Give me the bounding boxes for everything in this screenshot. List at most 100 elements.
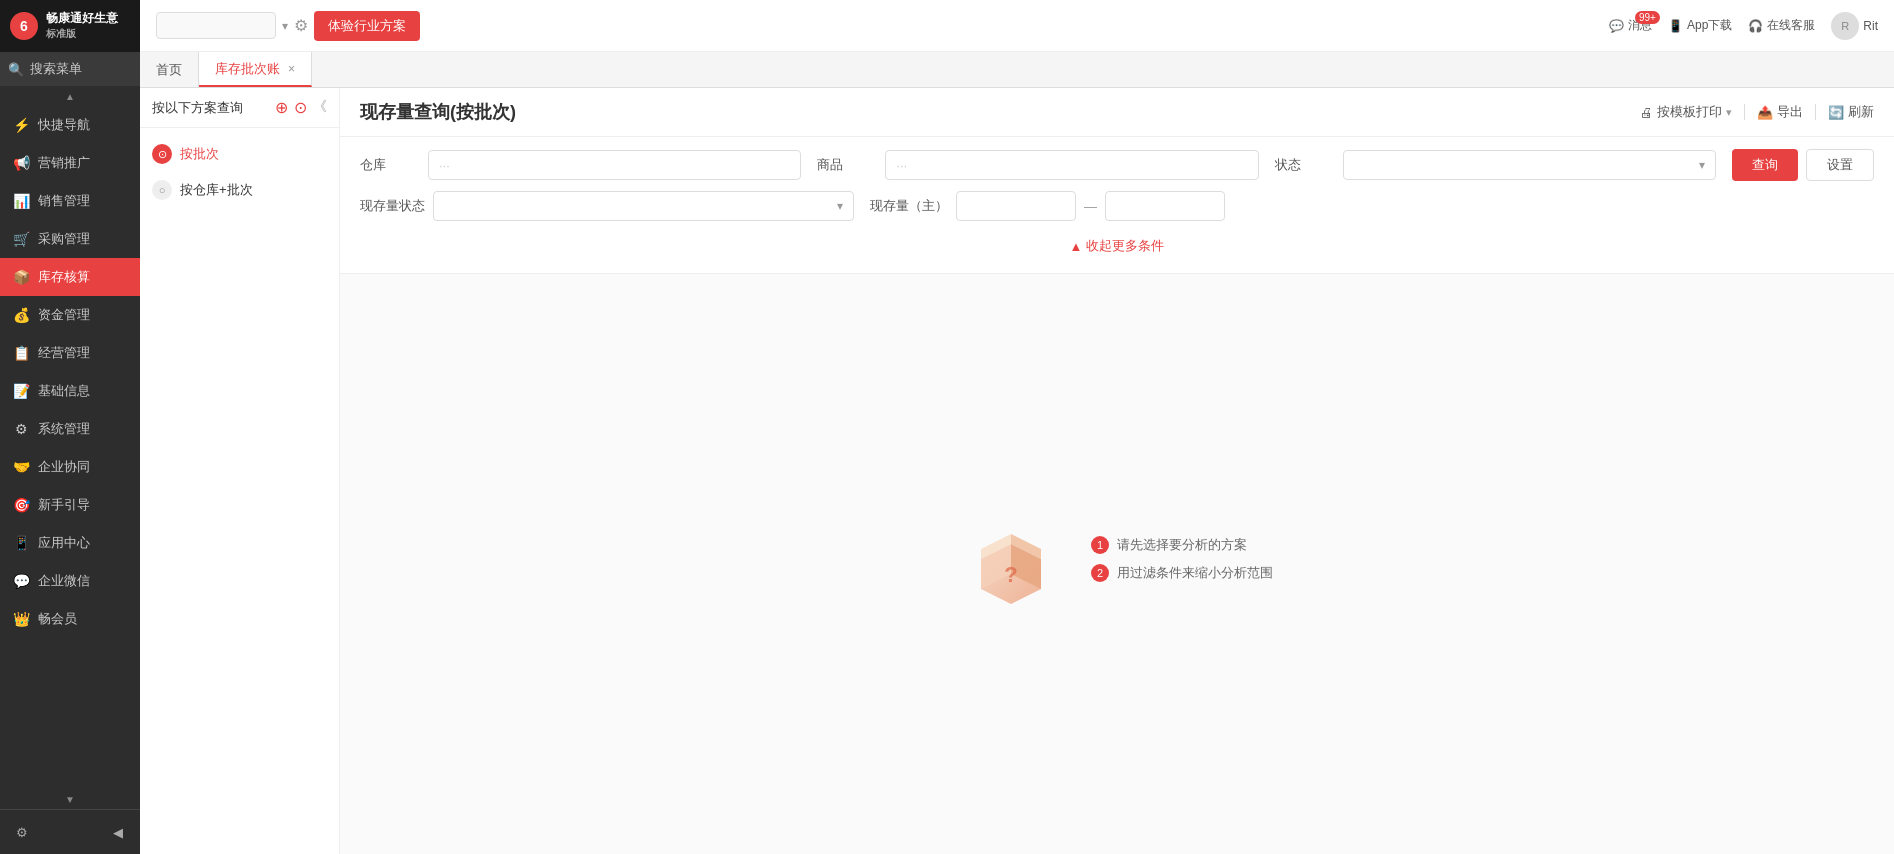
sidebar-item-system[interactable]: ⚙ 系统管理 [0,410,140,448]
sidebar-label-new-guide: 新手引导 [38,496,90,514]
message-badge: 99+ [1635,11,1660,24]
sidebar-item-inventory[interactable]: 📦 库存核算 [0,258,140,296]
trial-btn[interactable]: 体验行业方案 [314,11,420,41]
filter-stock-status: 现存量状态 ▾ [360,191,854,221]
sidebar-label-finance: 资金管理 [38,306,90,324]
print-chevron-icon[interactable]: ▾ [1726,106,1732,119]
sidebar-search-label: 搜索菜单 [30,60,82,78]
stock-main-label: 现存量（主） [870,197,948,215]
online-service-btn[interactable]: 🎧 在线客服 [1748,17,1815,34]
sidebar-item-enterprise-wechat[interactable]: 💬 企业微信 [0,562,140,600]
plan-settings-btn[interactable]: ⊙ [294,98,307,117]
settings-btn[interactable]: 设置 [1806,149,1874,181]
refresh-btn[interactable]: 🔄 刷新 [1828,103,1874,121]
collapse-up-icon: ▲ [1070,239,1083,254]
collapse-more-btn[interactable]: ▲ 收起更多条件 [360,231,1874,261]
sales-icon: 📊 [12,192,30,210]
main-area: ▾ ⚙ 体验行业方案 💬 消息 99+ 📱 App下载 🎧 在线客服 R [140,0,1894,854]
search-placeholder [165,17,213,34]
sidebar-item-app-center[interactable]: 📱 应用中心 [0,524,140,562]
marketing-icon: 📢 [12,154,30,172]
status-chevron-icon: ▾ [1699,158,1705,172]
stock-main-from[interactable] [956,191,1076,221]
app-name: 畅康通好生意 [46,11,118,27]
stock-status-label: 现存量状态 [360,197,425,215]
filter-action-btns: 查询 设置 [1732,149,1874,181]
empty-tips: 1 请先选择要分析的方案 2 用过滤条件来缩小分析范围 [1091,536,1273,592]
tab-close-icon[interactable]: × [288,62,295,76]
left-panel-actions: ⊕ ⊙ 《 [275,98,327,117]
sidebar-item-quick-nav[interactable]: ⚡ 快捷导航 [0,106,140,144]
search-icon: 🔍 [8,62,24,77]
avatar-initials: R [1841,20,1849,32]
sidebar-scroll-up[interactable]: ▲ [0,86,140,106]
left-panel-title: 按以下方案查询 [152,99,243,117]
svg-text:?: ? [1004,562,1017,587]
add-plan-btn[interactable]: ⊕ [275,98,288,117]
topbar: ▾ ⚙ 体验行业方案 💬 消息 99+ 📱 App下载 🎧 在线客服 R [140,0,1894,52]
left-panel-header: 按以下方案查询 ⊕ ⊙ 《 [140,88,339,128]
messages-btn[interactable]: 💬 消息 99+ [1609,17,1652,34]
product-input[interactable]: ··· [885,150,1258,180]
sidebar-item-enterprise[interactable]: 🤝 企业协同 [0,448,140,486]
sidebar-item-basics[interactable]: 📝 基础信息 [0,372,140,410]
topbar-chevron-icon[interactable]: ▾ [282,19,288,33]
plan-item-warehouse-batch[interactable]: ○ 按仓库+批次 [140,172,339,208]
sidebar-scroll-down[interactable]: ▼ [0,789,140,809]
sidebar-label-quick-nav: 快捷导航 [38,116,90,134]
stock-main-dash: — [1084,199,1097,214]
app-edition: 标准版 [46,27,118,41]
topbar-settings-icon[interactable]: ⚙ [294,16,308,35]
tabs-bar: 首页 库存批次账 × [140,52,1894,88]
sidebar-collapse-btn[interactable]: ◀ [104,818,132,846]
sidebar-item-operations[interactable]: 📋 经营管理 [0,334,140,372]
status-select[interactable]: ▾ [1343,150,1716,180]
topbar-search-box[interactable] [156,12,276,39]
sidebar-item-new-guide[interactable]: 🎯 新手引导 [0,486,140,524]
sidebar-label-enterprise-wechat: 企业微信 [38,572,90,590]
sidebar-footer-settings[interactable]: ⚙ [8,818,36,846]
app-download-btn[interactable]: 📱 App下载 [1668,17,1732,34]
content-area: 按以下方案查询 ⊕ ⊙ 《 ⊙ 按批次 ○ 按 [140,88,1894,854]
sidebar-item-purchase[interactable]: 🛒 采购管理 [0,220,140,258]
product-label: 商品 [817,156,877,174]
sidebar-search[interactable]: 🔍 搜索菜单 [0,52,140,86]
stock-status-select[interactable]: ▾ [433,191,854,221]
product-dots: ··· [896,158,907,173]
print-btn[interactable]: 🖨 按模板打印 ▾ [1640,103,1732,121]
plan-label-warehouse-batch: 按仓库+批次 [180,181,253,199]
sidebar-item-sales[interactable]: 📊 销售管理 [0,182,140,220]
page-title: 现存量查询(按批次) [360,100,516,124]
tab-home[interactable]: 首页 [140,52,199,87]
right-panel: 现存量查询(按批次) 🖨 按模板打印 ▾ 📤 导出 🔄 [340,88,1894,854]
message-icon: 💬 [1609,19,1624,33]
tab-inventory-batch[interactable]: 库存批次账 × [199,52,312,87]
panel-collapse-btn[interactable]: 《 [313,98,327,117]
print-icon: 🖨 [1640,105,1653,120]
filter-row-2: 现存量状态 ▾ 现存量（主） — [360,191,1874,221]
filter-row-1: 仓库 ··· 商品 ··· 状态 [360,149,1874,181]
system-icon: ⚙ [12,420,30,438]
print-label: 按模板打印 [1657,103,1722,121]
stock-main-to[interactable] [1105,191,1225,221]
export-icon: 📤 [1757,105,1773,120]
headset-icon: 🎧 [1748,19,1763,33]
basics-icon: 📝 [12,382,30,400]
tab-inventory-batch-label: 库存批次账 [215,60,280,78]
sidebar-item-member[interactable]: 👑 畅会员 [0,600,140,638]
avatar: R [1831,12,1859,40]
collapse-more-label: 收起更多条件 [1086,237,1164,255]
user-avatar-area[interactable]: R Rit [1831,12,1878,40]
sidebar-label-app-center: 应用中心 [38,534,90,552]
warehouse-input[interactable]: ··· [428,150,801,180]
page-header-actions: 🖨 按模板打印 ▾ 📤 导出 🔄 刷新 [1640,103,1874,121]
query-btn[interactable]: 查询 [1732,149,1798,181]
plan-item-batch[interactable]: ⊙ 按批次 [140,136,339,172]
sidebar-item-marketing[interactable]: 📢 营销推广 [0,144,140,182]
sidebar-label-sales: 销售管理 [38,192,90,210]
enterprise-icon: 🤝 [12,458,30,476]
divider-1 [1744,104,1745,120]
export-btn[interactable]: 📤 导出 [1757,103,1803,121]
sidebar-item-finance[interactable]: 💰 资金管理 [0,296,140,334]
user-name: Rit [1863,19,1878,33]
